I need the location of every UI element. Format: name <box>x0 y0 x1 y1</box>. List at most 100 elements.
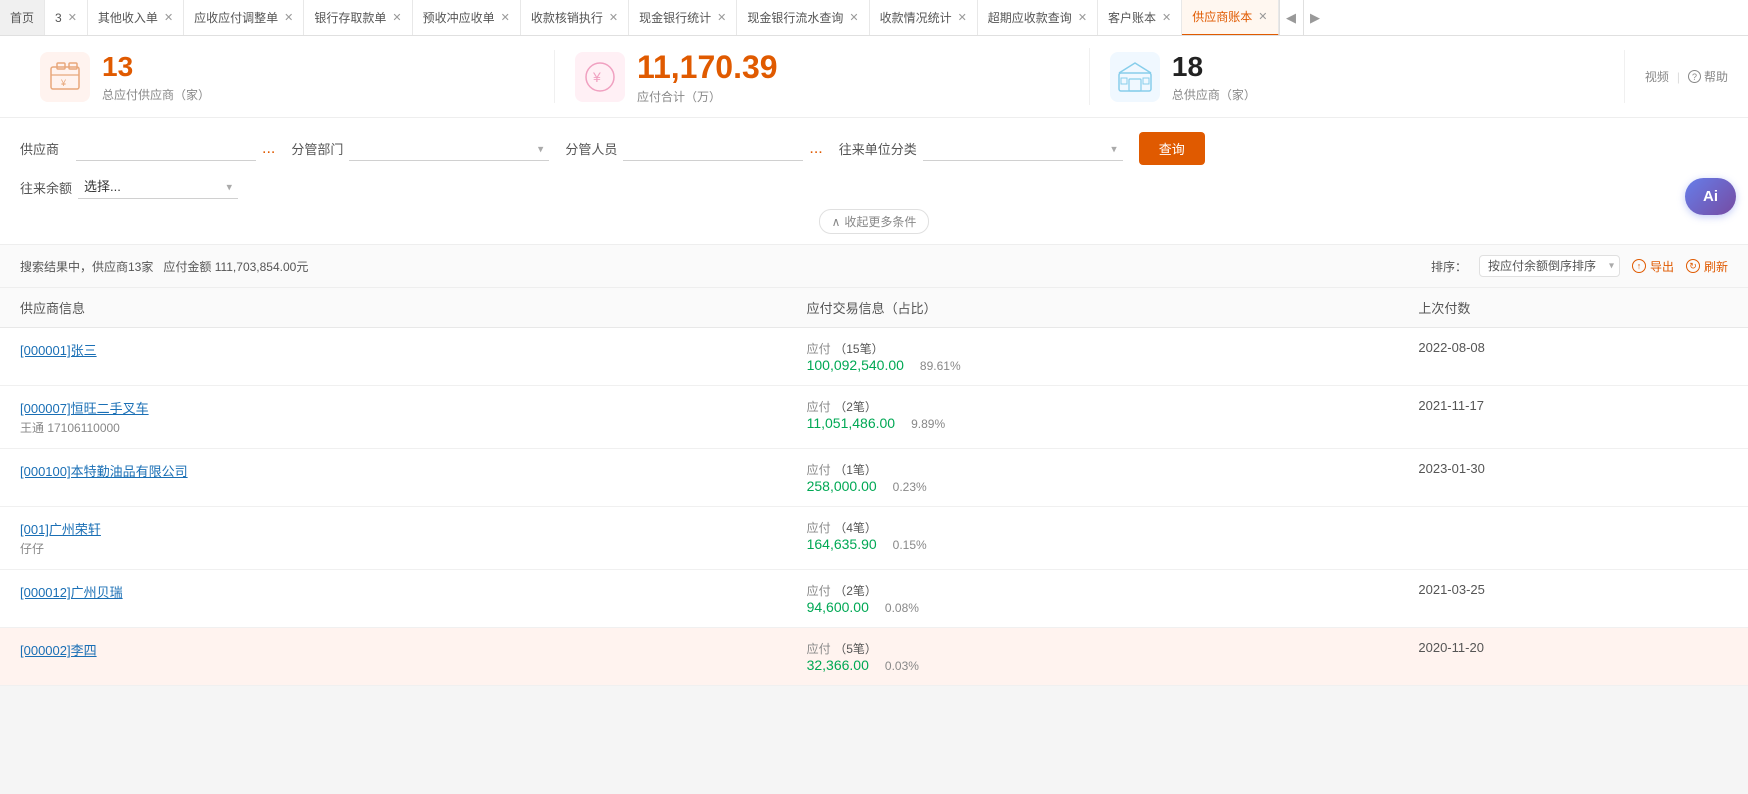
nav-tab-supplier-book-label: 供应商账本 <box>1192 8 1252 25</box>
lastdate-2: 2021-11-17 <box>1398 386 1748 449</box>
nav-tab-customer-book-close[interactable]: ✕ <box>1162 11 1171 24</box>
nav-tab-cash-bank-stat-close[interactable]: ✕ <box>717 11 726 24</box>
balance-select[interactable]: 选择... <box>78 175 238 199</box>
person-filter-label: 分管人员 <box>565 139 617 158</box>
supplier-link-2[interactable]: [000007]恒旺二手叉车 <box>20 401 149 416</box>
dept-filter: 分管部门 <box>291 137 549 161</box>
person-input[interactable] <box>623 137 803 161</box>
nav-tab-receipt-stat-close[interactable]: ✕ <box>958 11 967 24</box>
supplier-link-4[interactable]: [001]广州荣轩 <box>20 522 101 537</box>
tx-info-3: 应付 （1笔） 258,000.000.23% <box>787 449 1399 507</box>
top-navigation: 首页 3 ✕ 其他收入单 ✕ 应收应付调整单 ✕ 银行存取款单 ✕ 预收冲应收单… <box>0 0 1748 36</box>
nav-tab-prepay-offset-label: 预收冲应收单 <box>423 9 495 26</box>
tx-count-1: （15笔） <box>834 342 883 356</box>
dept-select-wrap <box>349 137 549 161</box>
sort-select[interactable]: 按应付余额倒序排序 按应付余额升序排序 按上次付款日期排序 <box>1479 255 1620 277</box>
help-link[interactable]: ? 帮助 <box>1688 68 1728 85</box>
svg-text:¥: ¥ <box>592 69 601 85</box>
nav-left-arrow[interactable]: ◀ <box>1279 0 1303 36</box>
result-amount-text: 应付金额 111,703,854.00元 <box>163 258 308 275</box>
stat-text-suppliers: 13 总应付供应商（家） <box>102 50 534 103</box>
lastdate-4 <box>1398 507 1748 570</box>
amount-5: 94,600.00 <box>807 599 869 615</box>
percent-3: 0.23% <box>877 480 927 494</box>
nav-tab-receipt-stat-label: 收款情况统计 <box>880 9 952 26</box>
stat-label-suppliers: 总应付供应商（家） <box>102 86 534 103</box>
nav-tab-receipt-verify[interactable]: 收款核销执行 ✕ <box>521 0 629 36</box>
nav-tab-bank-deposit[interactable]: 银行存取款单 ✕ <box>304 0 412 36</box>
percent-1: 89.61% <box>904 359 961 373</box>
nav-tab-other-income[interactable]: 其他收入单 ✕ <box>88 0 184 36</box>
stats-bar: ¥ 13 总应付供应商（家） ¥ 11,170.39 应付合计（万） <box>0 36 1748 118</box>
nav-tab-supplier-book-close[interactable]: ✕ <box>1258 10 1267 23</box>
result-summary-text: 搜索结果中，供应商13家 <box>20 258 153 275</box>
amount-3: 258,000.00 <box>807 478 877 494</box>
lastdate-6: 2020-11-20 <box>1398 628 1748 686</box>
supplier-dots[interactable]: ... <box>262 140 275 158</box>
amount-6: 32,366.00 <box>807 657 869 673</box>
nav-tab-ar-ap-adjust-close[interactable]: ✕ <box>284 11 293 24</box>
date-text-3: 2023-01-30 <box>1418 461 1485 476</box>
supplier-info-2: [000007]恒旺二手叉车 王通 17106110000 <box>0 386 787 449</box>
supplier-info-6: [000002]李四 <box>0 628 787 686</box>
nav-tab-prepay-offset-close[interactable]: ✕ <box>501 11 510 24</box>
nav-tab-ar-ap-adjust-label: 应收应付调整单 <box>194 9 278 26</box>
collapse-button[interactable]: ∧ 收起更多条件 <box>819 209 930 234</box>
result-actions: 排序： 按应付余额倒序排序 按应付余额升序排序 按上次付款日期排序 ↑ 导出 ↻… <box>1431 255 1728 277</box>
percent-4: 0.15% <box>877 538 927 552</box>
stat-block-amount: ¥ 11,170.39 应付合计（万） <box>555 48 1090 105</box>
nav-right-arrow[interactable]: ▶ <box>1303 0 1327 36</box>
table-row: [000002]李四 应付 （5笔） 32,366.000.03% 2020-1… <box>0 628 1748 686</box>
query-button[interactable]: 查询 <box>1139 132 1205 165</box>
category-select[interactable] <box>923 137 1123 161</box>
dept-select[interactable] <box>349 137 549 161</box>
dept-filter-label: 分管部门 <box>291 139 343 158</box>
svg-text:¥: ¥ <box>60 78 67 88</box>
supplier-link-6[interactable]: [000002]李四 <box>20 643 97 658</box>
nav-tab-customer-book[interactable]: 客户账本 ✕ <box>1098 0 1182 36</box>
nav-tab-overdue-query[interactable]: 超期应收款查询 ✕ <box>978 0 1098 36</box>
supplier-link-3[interactable]: [000100]本特勤油品有限公司 <box>20 464 188 479</box>
percent-5: 0.08% <box>869 601 919 615</box>
nav-tab-cash-bank-query[interactable]: 现金银行流水查询 ✕ <box>737 0 869 36</box>
nav-tab-supplier-book[interactable]: 供应商账本 ✕ <box>1182 0 1278 36</box>
refresh-button[interactable]: ↻ 刷新 <box>1686 258 1728 275</box>
supplier-info-4: [001]广州荣轩 仔仔 <box>0 507 787 570</box>
nav-tab-home[interactable]: 首页 <box>0 0 45 36</box>
nav-tab-bank-deposit-close[interactable]: ✕ <box>392 11 401 24</box>
nav-tab-home-label: 首页 <box>10 9 34 26</box>
export-button[interactable]: ↑ 导出 <box>1632 258 1674 275</box>
tx-info-1: 应付 （15笔） 100,092,540.0089.61% <box>787 328 1399 386</box>
video-link[interactable]: 视频 <box>1645 68 1669 85</box>
person-dots[interactable]: ... <box>809 140 822 158</box>
nav-tab-receipt-stat[interactable]: 收款情况统计 ✕ <box>870 0 978 36</box>
supplier-sub-2: 王通 17106110000 <box>20 419 767 436</box>
date-text-2: 2021-11-17 <box>1418 398 1484 413</box>
filter-row-1: 供应商 ... 分管部门 分管人员 ... 往来单位分类 查询 <box>20 132 1728 165</box>
nav-tab-ar-ap-adjust[interactable]: 应收应付调整单 ✕ <box>184 0 304 36</box>
nav-tab-3-close[interactable]: ✕ <box>68 11 77 24</box>
nav-tab-overdue-query-close[interactable]: ✕ <box>1078 11 1087 24</box>
tx-label-5: 应付 <box>807 584 831 598</box>
nav-tab-3[interactable]: 3 ✕ <box>45 0 88 36</box>
nav-tab-receipt-verify-close[interactable]: ✕ <box>609 11 618 24</box>
nav-tab-overdue-query-label: 超期应收款查询 <box>988 9 1072 26</box>
nav-tab-prepay-offset[interactable]: 预收冲应收单 ✕ <box>413 0 521 36</box>
supplier-link-5[interactable]: [000012]广州贝瑞 <box>20 585 123 600</box>
tx-label-1: 应付 <box>807 342 831 356</box>
stat-number-suppliers: 13 <box>102 50 534 84</box>
stat-label-total-suppliers: 总供应商（家） <box>1172 86 1604 103</box>
nav-tab-other-income-close[interactable]: ✕ <box>164 11 173 24</box>
supplier-link-1[interactable]: [000001]张三 <box>20 343 97 358</box>
nav-tab-cash-bank-stat[interactable]: 现金银行统计 ✕ <box>629 0 737 36</box>
nav-tab-cash-bank-query-close[interactable]: ✕ <box>849 11 858 24</box>
category-filter: 往来单位分类 <box>839 137 1123 161</box>
supplier-filter-label: 供应商 <box>20 139 70 158</box>
percent-6: 0.03% <box>869 659 919 673</box>
refresh-icon: ↻ <box>1686 259 1700 273</box>
svg-text:?: ? <box>1692 72 1697 82</box>
supplier-input[interactable] <box>76 137 256 161</box>
supplier-info-3: [000100]本特勤油品有限公司 <box>0 449 787 507</box>
ai-button[interactable]: Ai <box>1685 178 1736 215</box>
nav-tab-cash-bank-stat-label: 现金银行统计 <box>639 9 711 26</box>
